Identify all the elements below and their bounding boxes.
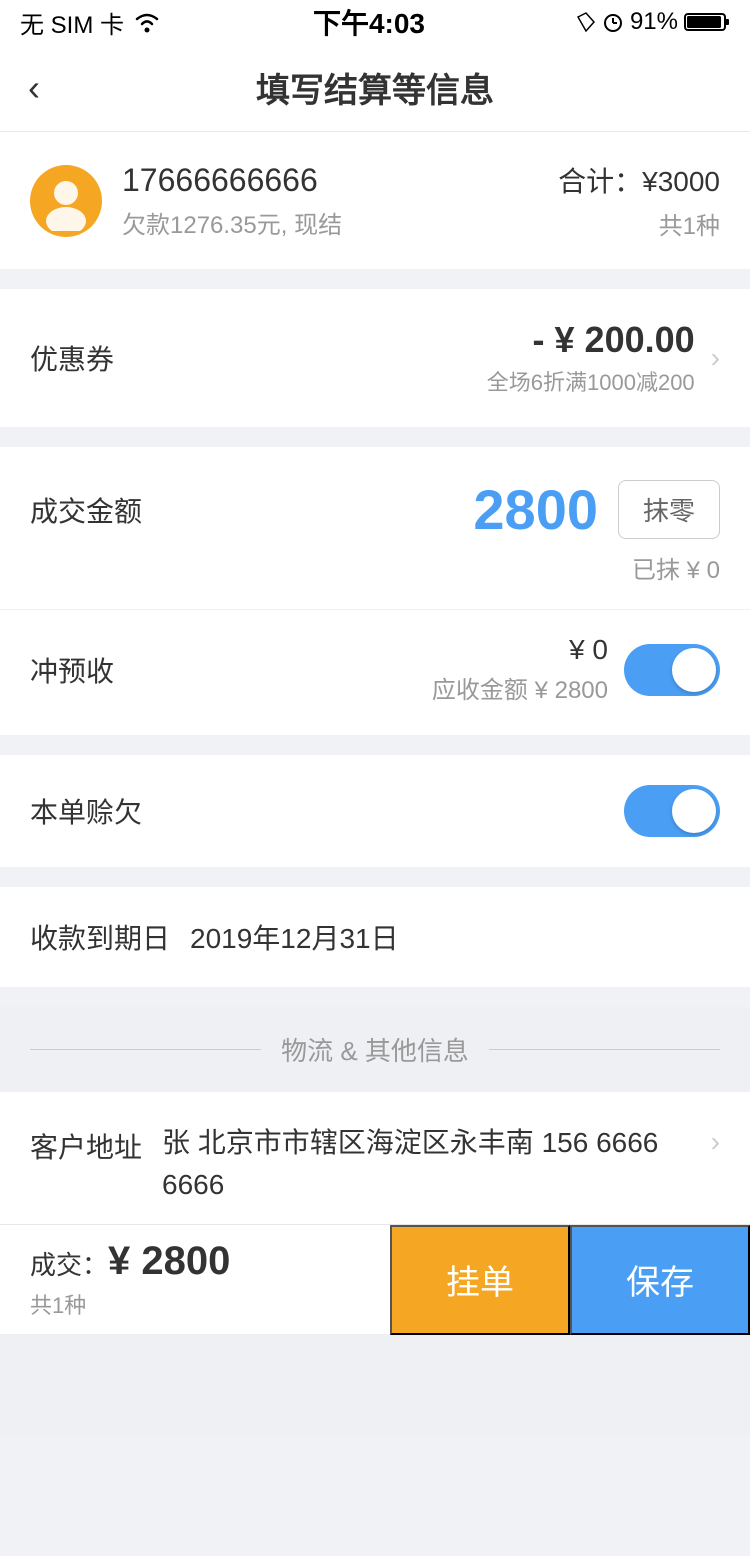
duedate-value: 2019年12月31日	[190, 917, 399, 957]
coupon-discount: - ¥ 200.00	[487, 319, 695, 361]
status-right: 91%	[576, 8, 730, 36]
duedate-section: 收款到期日 2019年12月31日	[0, 887, 750, 987]
hold-button[interactable]: 挂单	[390, 1225, 570, 1335]
prepay-sub: 应收金额 ¥ 2800	[432, 670, 608, 705]
user-left: 17666666666 欠款1276.35元, 现结	[30, 162, 342, 240]
sim-text: 无 SIM 卡	[20, 5, 124, 40]
transaction-label: 成交金额	[30, 490, 142, 530]
divider-line-right	[489, 1049, 720, 1050]
round-button[interactable]: 抹零	[618, 480, 720, 539]
address-section[interactable]: 客户地址 张 北京市市辖区海淀区永丰南 156 6666 6666 ›	[0, 1092, 750, 1236]
content-area: 17666666666 欠款1276.35元, 现结 合计：¥3000 共1种 …	[0, 132, 750, 1556]
status-bar: 无 SIM 卡 下午4:03 91%	[0, 0, 750, 44]
back-button[interactable]: ‹	[28, 67, 40, 109]
coupon-desc: 全场6折满1000减200	[487, 365, 695, 397]
debt-toggle-thumb	[672, 789, 716, 833]
coupon-section: 优惠券 - ¥ 200.00 全场6折满1000减200 ›	[0, 289, 750, 427]
coupon-right: - ¥ 200.00 全场6折满1000减200 ›	[487, 319, 720, 397]
alarm-icon	[602, 11, 624, 33]
coupon-chevron-icon: ›	[711, 342, 720, 374]
save-button[interactable]: 保存	[570, 1225, 750, 1335]
page-title: 填写结算等信息	[256, 63, 494, 112]
nav-bar: ‹ 填写结算等信息	[0, 44, 750, 132]
transaction-amount: 2800	[473, 477, 598, 542]
bottom-summary: 成交：¥ 2800 共1种	[0, 1239, 390, 1320]
prepay-toggle[interactable]	[624, 644, 720, 696]
debt-label: 本单赊欠	[30, 791, 142, 831]
transaction-right: 2800 抹零	[473, 477, 720, 542]
user-phone: 17666666666	[122, 162, 342, 199]
user-right: 合计：¥3000 共1种	[558, 160, 720, 241]
bottom-bar: 成交：¥ 2800 共1种 挂单 保存	[0, 1224, 750, 1334]
prepay-right: ¥ 0 应收金额 ¥ 2800	[432, 634, 720, 705]
prepay-value: ¥ 0	[432, 634, 608, 666]
logistics-label: 物流 & 其他信息	[261, 1031, 489, 1068]
duedate-label: 收款到期日	[30, 917, 170, 957]
status-left: 无 SIM 卡	[20, 5, 162, 40]
coupon-label: 优惠券	[30, 338, 114, 378]
battery-icon	[684, 11, 730, 33]
coupon-info: - ¥ 200.00 全场6折满1000减200	[487, 319, 695, 397]
logistics-divider: 物流 & 其他信息	[0, 1007, 750, 1092]
summary-label: 成交：	[30, 1250, 108, 1280]
avatar	[30, 165, 102, 237]
summary-amount: ¥ 2800	[108, 1239, 230, 1283]
prepay-label: 冲预收	[30, 650, 114, 690]
location-icon	[576, 11, 596, 33]
divider-line-left	[30, 1049, 261, 1050]
transaction-sub: 已抹 ¥ 0	[30, 550, 720, 585]
debt-toggle[interactable]	[624, 785, 720, 837]
debt-section: 本单赊欠	[0, 755, 750, 867]
toggle-thumb	[672, 648, 716, 692]
summary-count: 共1种	[30, 1288, 360, 1320]
address-label: 客户地址	[30, 1126, 142, 1166]
address-value: 张 北京市市辖区海淀区永丰南 156 6666 6666	[162, 1122, 695, 1206]
status-time: 下午4:03	[313, 2, 425, 42]
summary-line1: 成交：¥ 2800	[30, 1239, 360, 1284]
battery-text: 91%	[630, 8, 678, 36]
transaction-section: 成交金额 2800 抹零 已抹 ¥ 0 冲预收 ¥ 0 应收金额 ¥ 2800	[0, 447, 750, 735]
address-chevron-icon: ›	[711, 1126, 720, 1158]
wifi-icon	[132, 11, 162, 33]
user-card: 17666666666 欠款1276.35元, 现结 合计：¥3000 共1种	[0, 132, 750, 269]
coupon-row[interactable]: 优惠券 - ¥ 200.00 全场6折满1000减200 ›	[0, 289, 750, 427]
user-debt: 欠款1276.35元, 现结	[122, 205, 342, 240]
transaction-row: 成交金额 2800 抹零	[30, 477, 720, 542]
order-count: 共1种	[558, 206, 720, 241]
prepay-row: 冲预收 ¥ 0 应收金额 ¥ 2800	[30, 634, 720, 705]
user-info: 17666666666 欠款1276.35元, 现结	[122, 162, 342, 240]
order-total: 合计：¥3000	[558, 160, 720, 200]
prepay-amount: ¥ 0 应收金额 ¥ 2800	[432, 634, 608, 705]
